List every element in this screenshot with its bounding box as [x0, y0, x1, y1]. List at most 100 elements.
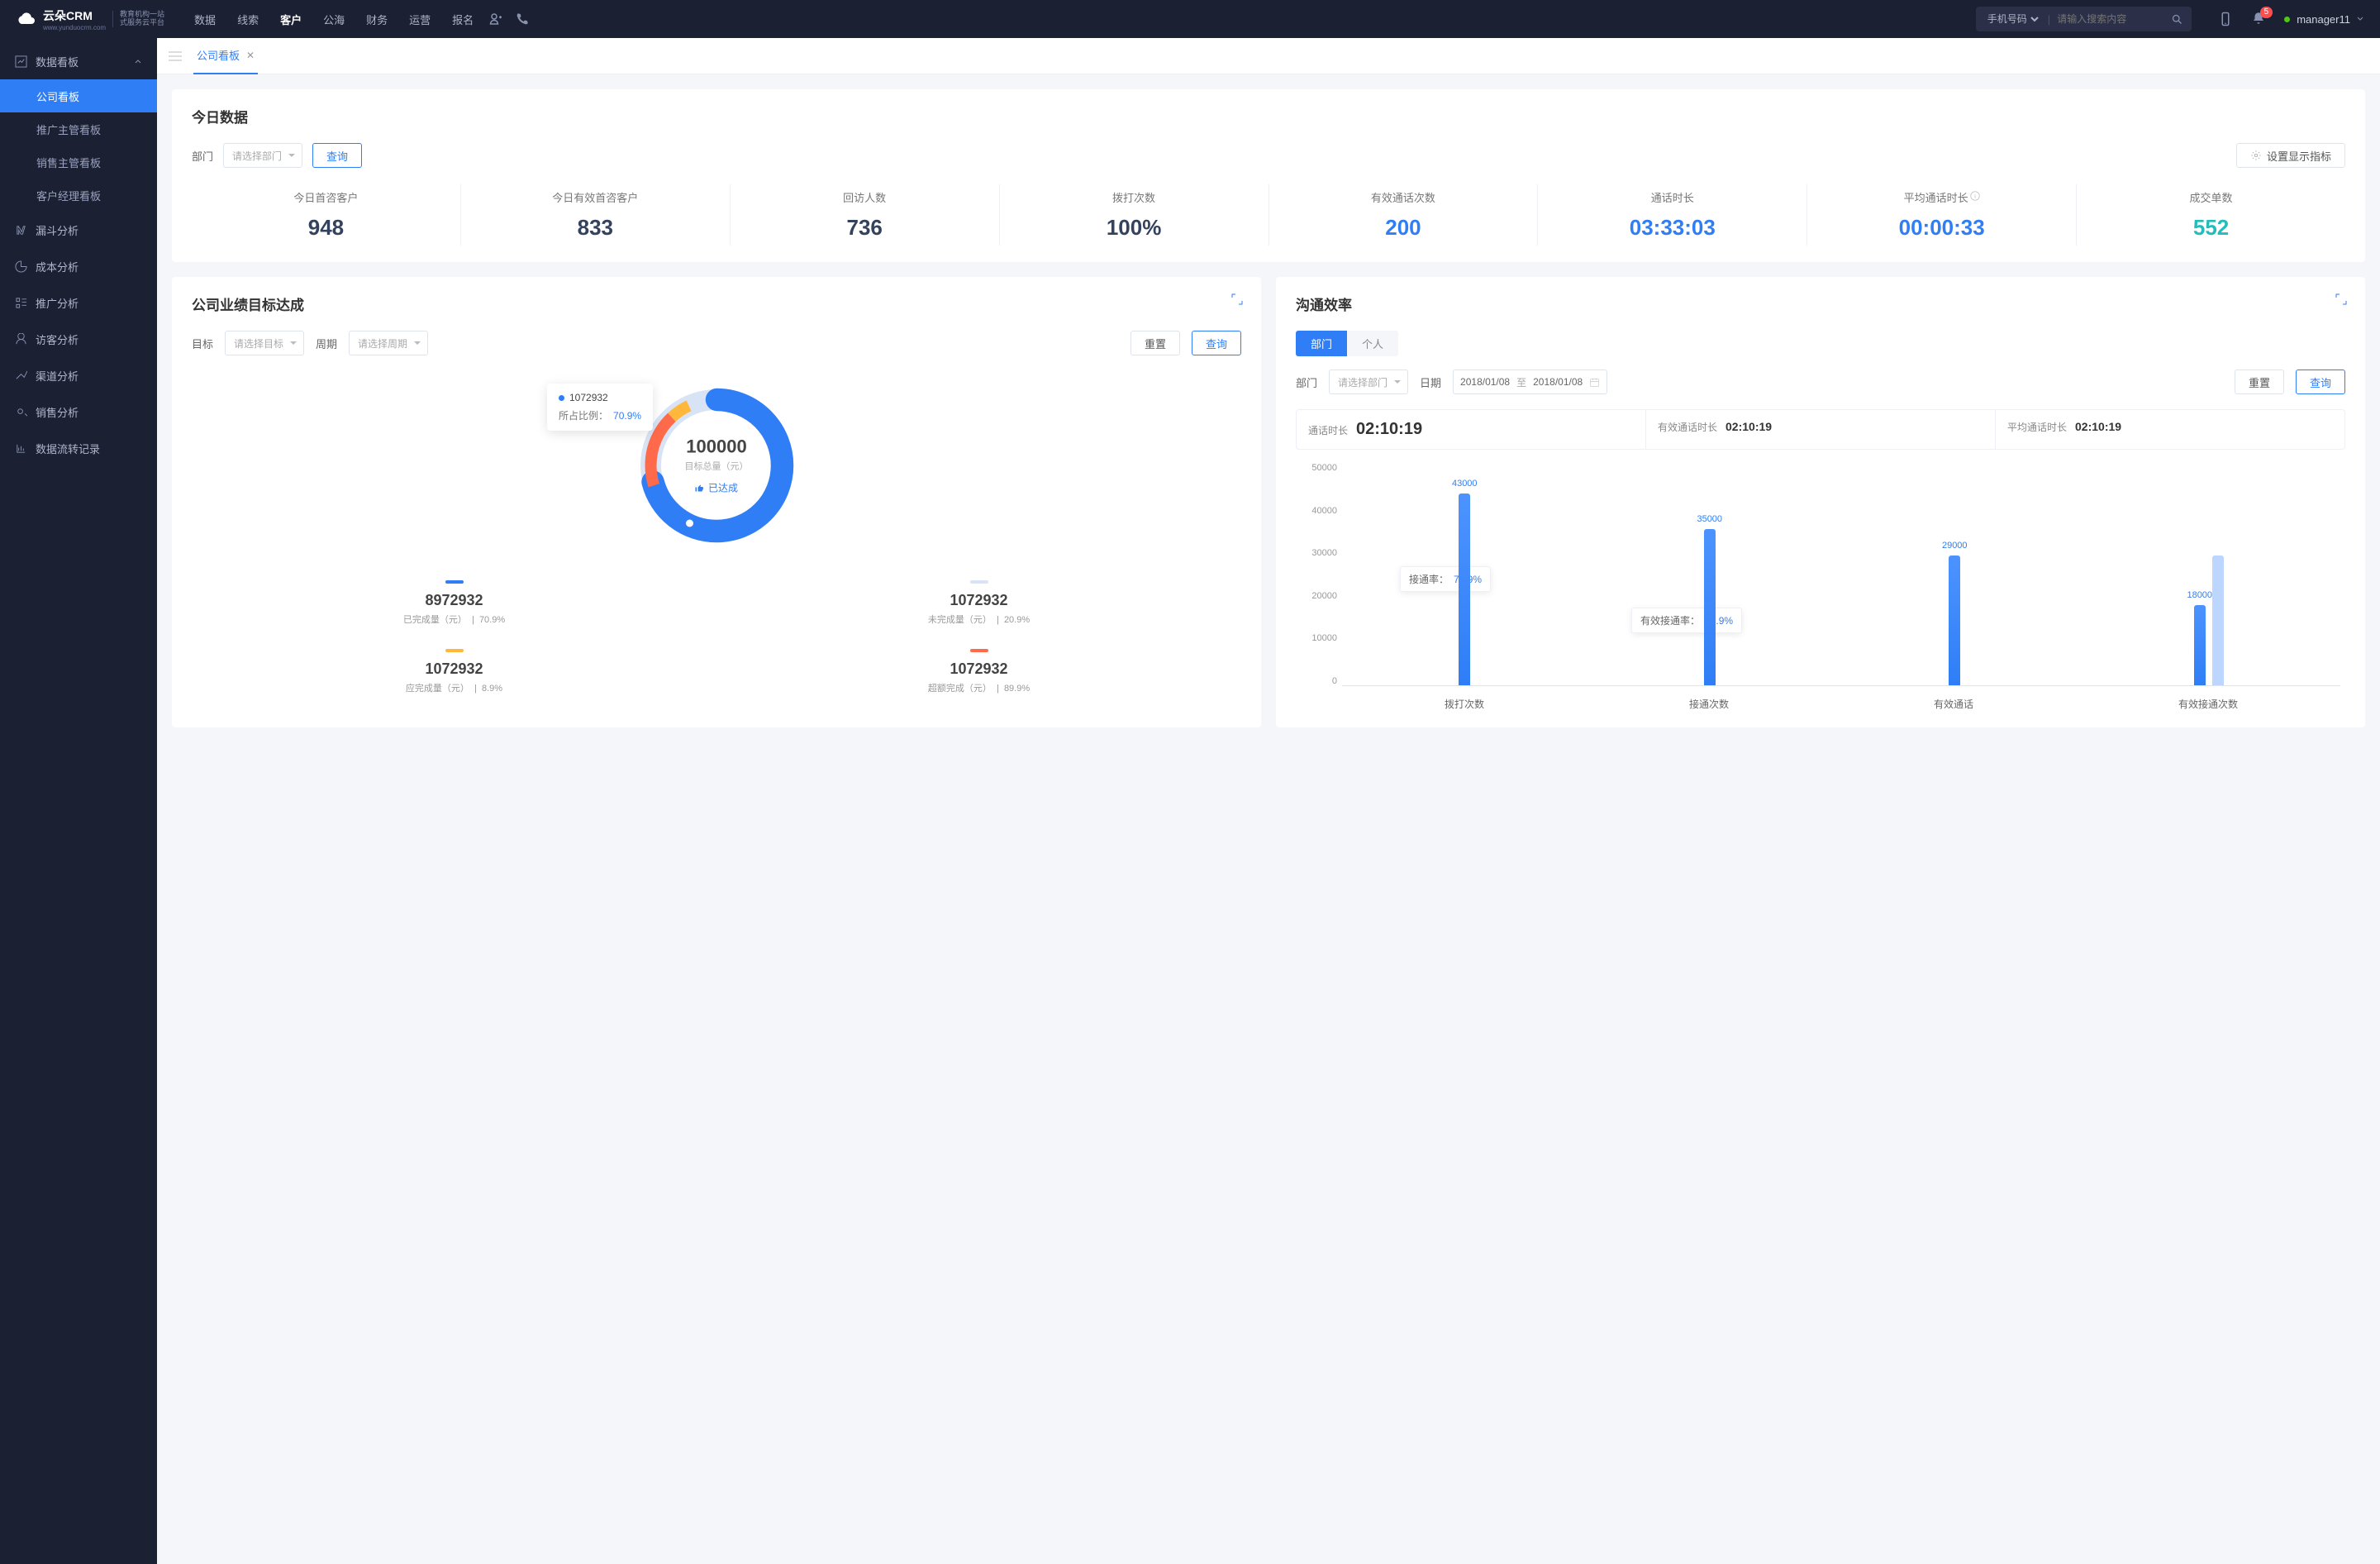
seg-item[interactable]: 部门 — [1296, 331, 1347, 356]
stat-item: 今日有效首咨客户833 — [461, 184, 731, 246]
legend-item: 1072932应完成量（元） | 8.9% — [192, 649, 716, 694]
username: manager11 — [2297, 13, 2350, 26]
legend-item: 1072932超额完成（元） | 89.9% — [716, 649, 1241, 694]
stat-item: 平均通话时长00:00:33 — [1807, 184, 2077, 246]
target-select[interactable]: 请选择目标 — [225, 331, 304, 355]
cloud-icon — [17, 11, 36, 27]
x-label: 有效通话 — [1934, 697, 1973, 711]
nav-icon — [15, 333, 27, 346]
stat-item: 今日首咨客户948 — [192, 184, 461, 246]
summary-item: 平均通话时长02:10:19 — [1996, 410, 2344, 449]
callout-conn-rate: 接通率：70.9% — [1400, 566, 1491, 592]
summary-bar: 通话时长02:10:19有效通话时长02:10:19平均通话时长02:10:19 — [1296, 409, 2345, 450]
topnav-item[interactable]: 运营 — [409, 12, 431, 27]
logo: 云朵CRM www.yunduocrm.com 教育机构一站 式服务云平台 — [17, 7, 164, 31]
x-label: 接通次数 — [1689, 697, 1729, 711]
sidebar: 数据看板 公司看板推广主管看板销售主管看板客户经理看板 漏斗分析成本分析推广分析… — [0, 38, 157, 1564]
sidebar-parent-dashboard[interactable]: 数据看板 — [0, 43, 157, 79]
nav-icon — [15, 224, 27, 236]
summary-item: 有效通话时长02:10:19 — [1646, 410, 1996, 449]
notifications[interactable]: 5 — [2251, 11, 2266, 28]
sidebar-sub-item[interactable]: 客户经理看板 — [0, 179, 157, 212]
brand-name: 云朵CRM — [43, 7, 106, 24]
seg-item[interactable]: 个人 — [1347, 331, 1398, 356]
search-input[interactable] — [2057, 13, 2164, 25]
topnav-item[interactable]: 报名 — [452, 12, 474, 27]
reset-button[interactable]: 重置 — [2235, 370, 2284, 394]
comm-card: 沟通效率 部门个人 部门 请选择部门 日期 2018/01/08 至 2018/… — [1276, 277, 2365, 727]
topnav: 数据 线索 客户 公海 财务 运营 报名 — [194, 12, 474, 27]
donut-tooltip: 1072932 所占比例：70.9% — [547, 384, 653, 431]
bar: 18000 — [2192, 605, 2207, 685]
sidebar-item[interactable]: 访客分析 — [0, 321, 157, 357]
topnav-item[interactable]: 财务 — [366, 12, 388, 27]
summary-item: 通话时长02:10:19 — [1297, 410, 1646, 449]
stats-row: 今日首咨客户948今日有效首咨客户833回访人数736拨打次数100%有效通话次… — [192, 184, 2345, 246]
sidebar-sub-item[interactable]: 公司看板 — [0, 79, 157, 112]
query-button[interactable]: 查询 — [2296, 370, 2345, 394]
mobile-icon[interactable] — [2218, 12, 2233, 26]
stat-item: 成交单数552 — [2077, 184, 2345, 246]
cycle-select[interactable]: 请选择周期 — [349, 331, 428, 355]
donut-legend: 8972932已完成量（元） | 70.9%1072932未完成量（元） | 2… — [192, 580, 1241, 694]
date-range-input[interactable]: 2018/01/08 至 2018/01/08 — [1453, 370, 1607, 394]
sidebar-item[interactable]: 数据流转记录 — [0, 430, 157, 466]
close-icon[interactable]: ✕ — [246, 50, 255, 61]
expand-icon[interactable] — [1231, 293, 1243, 305]
status-dot — [2284, 17, 2290, 22]
thumbs-up-icon — [695, 483, 705, 493]
x-label: 拨打次数 — [1445, 697, 1484, 711]
dept-label: 部门 — [192, 148, 213, 164]
sidebar-sub-item[interactable]: 推广主管看板 — [0, 112, 157, 145]
user-menu[interactable]: manager11 — [2284, 13, 2363, 26]
info-icon — [1970, 191, 1980, 201]
goal-card: 公司业绩目标达成 目标 请选择目标 周期 请选择周期 重置 查询 — [172, 277, 1261, 727]
stat-item: 回访人数736 — [731, 184, 1000, 246]
sidebar-sub-item[interactable]: 销售主管看板 — [0, 145, 157, 179]
goal-donut: 1072932 所占比例：70.9% — [630, 379, 803, 552]
stat-item: 有效通话次数200 — [1269, 184, 1539, 246]
brand-domain: www.yunduocrm.com — [43, 24, 106, 31]
hamburger-icon[interactable] — [169, 51, 182, 61]
goal-title: 公司业绩目标达成 — [192, 293, 1241, 314]
achieved-badge: 已达成 — [685, 481, 749, 495]
dept-select[interactable]: 请选择部门 — [223, 143, 302, 168]
tab-company-dashboard[interactable]: 公司看板 ✕ — [193, 38, 258, 74]
topnav-item[interactable]: 数据 — [194, 12, 216, 27]
today-title: 今日数据 — [192, 106, 2345, 126]
nav-icon — [15, 442, 27, 455]
notif-badge: 5 — [2260, 7, 2273, 18]
topnav-item[interactable]: 客户 — [280, 12, 302, 27]
comm-barchart: 01000020000300004000050000 接通率：70.9% 有效接… — [1296, 463, 2345, 711]
sidebar-item[interactable]: 推广分析 — [0, 284, 157, 321]
chevron-down-icon — [2357, 16, 2363, 22]
stat-item: 通话时长03:33:03 — [1538, 184, 1807, 246]
search-type-select[interactable]: 手机号码 — [1984, 12, 2041, 26]
topnav-item[interactable]: 线索 — [237, 12, 259, 27]
nav-icon — [15, 297, 27, 309]
nav-icon — [15, 260, 27, 273]
legend-item: 8972932已完成量（元） | 70.9% — [192, 580, 716, 626]
phone-icon[interactable] — [515, 12, 530, 26]
topnav-item[interactable]: 公海 — [323, 12, 345, 27]
nav-icon — [15, 370, 27, 382]
sidebar-item[interactable]: 渠道分析 — [0, 357, 157, 393]
sidebar-item[interactable]: 漏斗分析 — [0, 212, 157, 248]
query-button[interactable]: 查询 — [312, 143, 362, 168]
sidebar-item[interactable]: 销售分析 — [0, 393, 157, 430]
add-user-icon[interactable] — [487, 12, 502, 26]
calendar-icon — [1589, 377, 1600, 388]
expand-icon[interactable] — [2335, 293, 2347, 305]
legend-item: 1072932未完成量（元） | 20.9% — [716, 580, 1241, 626]
comm-dept-select[interactable]: 请选择部门 — [1329, 370, 1408, 394]
reset-button[interactable]: 重置 — [1130, 331, 1180, 355]
search-icon[interactable] — [2171, 13, 2183, 26]
sidebar-item[interactable]: 成本分析 — [0, 248, 157, 284]
brand-sub: 教育机构一站 式服务云平台 — [112, 11, 164, 27]
settings-indicator-button[interactable]: 设置显示指标 — [2236, 143, 2345, 168]
nav-icon — [15, 406, 27, 418]
bar: 43000 — [1457, 494, 1472, 685]
tabbar: 公司看板 ✕ — [157, 38, 2380, 74]
query-button[interactable]: 查询 — [1192, 331, 1241, 355]
comm-title: 沟通效率 — [1296, 293, 2345, 314]
